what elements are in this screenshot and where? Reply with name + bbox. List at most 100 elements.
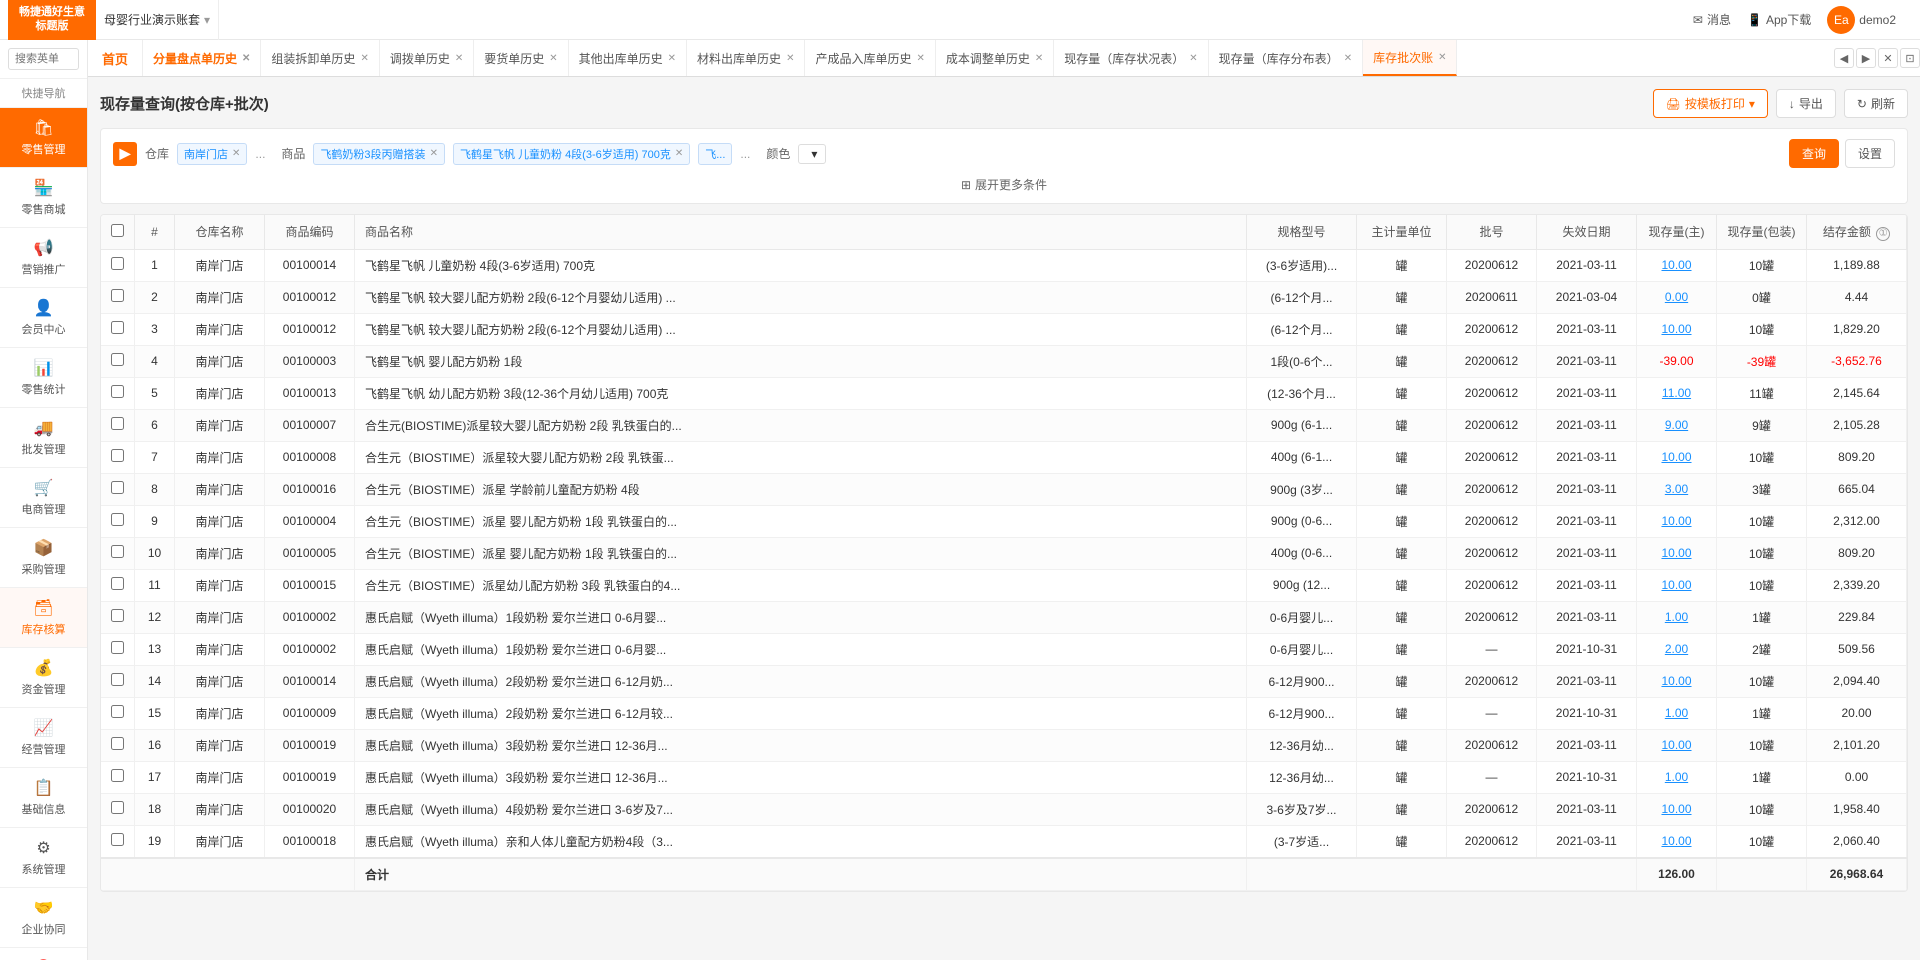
color-dropdown[interactable]: ▾ xyxy=(798,144,826,164)
print-btn[interactable]: 🖨 按模板打印 ▾ xyxy=(1653,89,1768,118)
tab-材料出库单历史[interactable]: 材料出库单历史 ✕ xyxy=(687,40,805,76)
tab-库存批次账[interactable]: 库存批次账 ✕ xyxy=(1363,40,1457,76)
row-checkbox[interactable] xyxy=(111,449,124,462)
row-stock-main[interactable]: 10.00 xyxy=(1637,505,1717,537)
row-stock-main[interactable]: 10.00 xyxy=(1637,569,1717,601)
row-stock-main[interactable]: 11.00 xyxy=(1637,377,1717,409)
sidebar-item-system[interactable]: ⚙ 系统管理 xyxy=(0,828,87,888)
row-checkbox[interactable] xyxy=(111,641,124,654)
query-btn[interactable]: 查询 xyxy=(1789,139,1839,168)
tab-其他出库单历史[interactable]: 其他出库单历史 ✕ xyxy=(569,40,687,76)
warehouse-ellipsis[interactable]: ... xyxy=(255,147,265,161)
sidebar-item-basic-info[interactable]: 📋 基础信息 xyxy=(0,768,87,828)
sidebar-item-purchase[interactable]: 📦 采购管理 xyxy=(0,528,87,588)
tab-现存量库存状况[interactable]: 现存量（库存状况表） ✕ xyxy=(1054,40,1208,76)
row-checkbox-cell[interactable] xyxy=(101,249,135,281)
sidebar-item-finance[interactable]: 💰 资金管理 xyxy=(0,648,87,708)
sidebar-item-new-user[interactable]: 🎯 新手引导 xyxy=(0,948,87,960)
expand-filter-btn[interactable]: ▶ xyxy=(113,142,137,166)
tab-要货单历史[interactable]: 要货单历史 ✕ xyxy=(474,40,568,76)
tab-组装拆卸单历史[interactable]: 组装拆卸单历史 ✕ xyxy=(261,40,379,76)
row-stock-main[interactable]: 10.00 xyxy=(1637,729,1717,761)
row-checkbox-cell[interactable] xyxy=(101,729,135,761)
tab-next-arrow[interactable]: ▶ xyxy=(1856,48,1876,68)
row-stock-main[interactable]: 2.00 xyxy=(1637,633,1717,665)
settings-btn[interactable]: 设置 xyxy=(1845,139,1895,168)
tab-prev-arrow[interactable]: ◀ xyxy=(1834,48,1854,68)
sidebar-item-operations[interactable]: 📈 经营管理 xyxy=(0,708,87,768)
sidebar-item-retail[interactable]: 🛍 零售管理 xyxy=(0,108,87,168)
row-checkbox[interactable] xyxy=(111,673,124,686)
select-all-checkbox[interactable] xyxy=(111,224,124,237)
sidebar-item-quick-nav[interactable]: 快捷导航 xyxy=(0,79,87,108)
row-stock-main[interactable]: 1.00 xyxy=(1637,601,1717,633)
search-input[interactable] xyxy=(8,48,79,70)
sidebar-item-inventory[interactable]: 🗃 库存核算 xyxy=(0,588,87,648)
tab-close-icon[interactable]: ✕ xyxy=(549,53,557,64)
refresh-btn[interactable]: ↻ 刷新 xyxy=(1844,89,1908,118)
row-stock-main[interactable]: 10.00 xyxy=(1637,793,1717,825)
sidebar-item-mall[interactable]: 🏪 零售商城 xyxy=(0,168,87,228)
message-btn[interactable]: ✉ 消息 xyxy=(1693,11,1731,28)
row-checkbox-cell[interactable] xyxy=(101,665,135,697)
row-checkbox-cell[interactable] xyxy=(101,761,135,793)
row-stock-main[interactable]: 10.00 xyxy=(1637,665,1717,697)
row-stock-main[interactable]: 10.00 xyxy=(1637,249,1717,281)
row-checkbox-cell[interactable] xyxy=(101,505,135,537)
row-checkbox-cell[interactable] xyxy=(101,601,135,633)
row-checkbox-cell[interactable] xyxy=(101,473,135,505)
row-checkbox-cell[interactable] xyxy=(101,281,135,313)
row-checkbox-cell[interactable] xyxy=(101,569,135,601)
tab-close-icon[interactable]: ✕ xyxy=(1189,53,1197,64)
tab-close-icon[interactable]: ✕ xyxy=(1438,52,1446,63)
row-checkbox-cell[interactable] xyxy=(101,825,135,858)
row-checkbox[interactable] xyxy=(111,481,124,494)
tab-close-icon[interactable]: ✕ xyxy=(242,53,250,64)
export-btn[interactable]: ↓ 导出 xyxy=(1776,89,1836,118)
tab-产成品入库单历史[interactable]: 产成品入库单历史 ✕ xyxy=(805,40,935,76)
tab-现存量库存分布[interactable]: 现存量（库存分布表） ✕ xyxy=(1209,40,1363,76)
app-download-btn[interactable]: 📱 App下载 xyxy=(1747,11,1811,28)
sidebar-item-marketing[interactable]: 📢 营销推广 xyxy=(0,228,87,288)
row-checkbox[interactable] xyxy=(111,513,124,526)
tab-close-icon[interactable]: ✕ xyxy=(668,53,676,64)
tab-close-icon[interactable]: ✕ xyxy=(1035,53,1043,64)
product-tag-1-close[interactable]: ✕ xyxy=(430,148,438,159)
tab-成本调整单历史[interactable]: 成本调整单历史 ✕ xyxy=(936,40,1054,76)
sidebar-item-retail-stats[interactable]: 📊 零售统计 xyxy=(0,348,87,408)
row-checkbox[interactable] xyxy=(111,321,124,334)
row-stock-main[interactable]: 0.00 xyxy=(1637,281,1717,313)
warehouse-tag-close[interactable]: ✕ xyxy=(232,148,240,159)
tab-close-icon[interactable]: ✕ xyxy=(916,53,924,64)
tab-调拨单历史[interactable]: 调拨单历史 ✕ xyxy=(380,40,474,76)
row-checkbox[interactable] xyxy=(111,769,124,782)
expand-more-conditions[interactable]: ⊞ 展开更多条件 xyxy=(113,176,1895,193)
row-checkbox-cell[interactable] xyxy=(101,441,135,473)
tab-maximize[interactable]: ⊡ xyxy=(1900,48,1920,68)
row-checkbox[interactable] xyxy=(111,353,124,366)
sidebar-item-enterprise-collab[interactable]: 🤝 企业协同 xyxy=(0,888,87,948)
row-checkbox[interactable] xyxy=(111,417,124,430)
tab-close-icon[interactable]: ✕ xyxy=(455,53,463,64)
row-stock-main[interactable]: 10.00 xyxy=(1637,825,1717,858)
row-stock-main[interactable]: 1.00 xyxy=(1637,697,1717,729)
row-checkbox[interactable] xyxy=(111,609,124,622)
tab-close-icon[interactable]: ✕ xyxy=(786,53,794,64)
tab-close-icon[interactable]: ✕ xyxy=(1344,53,1352,64)
enterprise-selector[interactable]: 母婴行业演示账套 ▾ xyxy=(96,0,219,40)
sidebar-item-wholesale[interactable]: 🚚 批发管理 xyxy=(0,408,87,468)
row-checkbox-cell[interactable] xyxy=(101,345,135,377)
row-stock-main[interactable]: 10.00 xyxy=(1637,441,1717,473)
tab-close-all[interactable]: ✕ xyxy=(1878,48,1898,68)
sidebar-item-members[interactable]: 👤 会员中心 xyxy=(0,288,87,348)
row-checkbox[interactable] xyxy=(111,257,124,270)
balance-info-icon[interactable]: ① xyxy=(1876,227,1890,241)
row-checkbox-cell[interactable] xyxy=(101,697,135,729)
row-stock-main[interactable]: 10.00 xyxy=(1637,537,1717,569)
row-checkbox[interactable] xyxy=(111,737,124,750)
row-checkbox-cell[interactable] xyxy=(101,793,135,825)
row-checkbox[interactable] xyxy=(111,801,124,814)
row-checkbox[interactable] xyxy=(111,545,124,558)
row-checkbox-cell[interactable] xyxy=(101,313,135,345)
tab-home[interactable]: 首页 xyxy=(88,40,143,76)
